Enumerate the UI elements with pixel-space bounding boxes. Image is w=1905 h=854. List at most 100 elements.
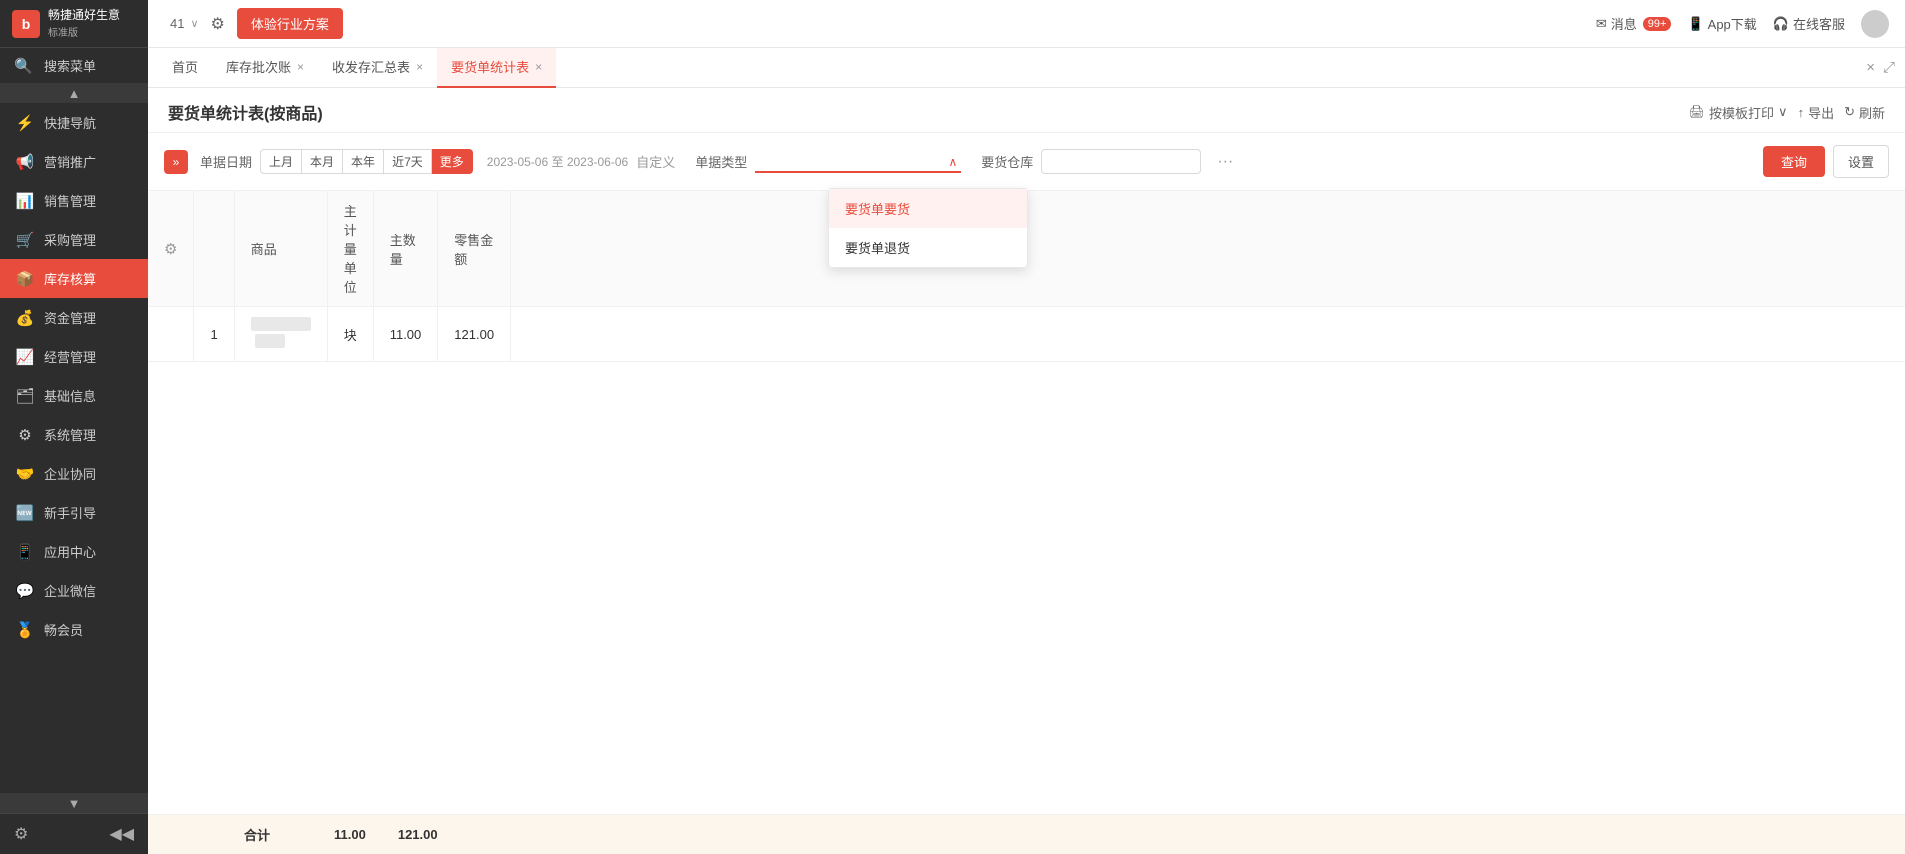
filter-more-icon[interactable]: ··· [1217,153,1233,171]
sidebar-collapse-icon[interactable]: ◀◀ [109,824,134,844]
tab-recv-summary[interactable]: 收发存汇总表 × [318,48,437,88]
sidebar-label-member: 畅会员 [44,620,83,639]
sidebar-item-member[interactable]: 🏅 畅会员 [0,610,148,649]
date-cur-month-btn[interactable]: 本月 [302,149,343,174]
tab-order-stat[interactable]: 要货单统计表 × [437,48,556,88]
sidebar-item-operation[interactable]: 📈 经营管理 [0,337,148,376]
print-label: 按模板打印 [1709,103,1774,122]
trial-button[interactable]: 体验行业方案 [237,8,343,39]
table-col-extra [511,191,1905,307]
tab-close-all-icon[interactable]: × [1866,59,1875,76]
sidebar-item-appstore[interactable]: 📱 应用中心 [0,532,148,571]
app-logo: b 畅捷通好生意 标准版 [0,0,148,48]
sidebar-item-guide[interactable]: 🆕 新手引导 [0,493,148,532]
wechat-icon: 💬 [14,582,36,600]
sidebar-item-system[interactable]: ⚙ 系统管理 [0,415,148,454]
sidebar-item-inventory[interactable]: 📦 库存核算 [0,259,148,298]
sidebar-label-operation: 经营管理 [44,347,96,366]
tab-recv-summary-label: 收发存汇总表 [332,57,410,76]
service-icon: 🎧 [1773,16,1789,32]
sidebar-label-system: 系统管理 [44,425,96,444]
sidebar-item-sales[interactable]: 📊 销售管理 [0,181,148,220]
print-btn[interactable]: 🖨 按模板打印 ∨ [1689,103,1788,122]
cell-setting [148,307,194,362]
page-container: 要货单统计表(按商品) 🖨 按模板打印 ∨ ↑ 导出 ↻ 刷新 [148,88,1905,854]
inventory-icon: 📦 [14,270,36,288]
tabbar-actions: × ⤢ [1866,59,1895,76]
sidebar-label-appstore: 应用中心 [44,542,96,561]
dropdown-item-order-goods[interactable]: 要货单要货 [829,189,1027,228]
base-icon: 🗂 [14,387,36,405]
enterprise-icon: 🤝 [14,465,36,483]
refresh-btn[interactable]: ↻ 刷新 [1844,103,1885,122]
warehouse-input[interactable] [1041,149,1201,174]
main-area: 41 ∨ ⚙ 体验行业方案 ✉ 消息 99+ 📱 App下载 🎧 在线客服 [148,0,1905,854]
app-download-btn[interactable]: 📱 App下载 [1687,14,1756,33]
tabbar: 首页 库存批次账 × 收发存汇总表 × 要货单统计表 × × ⤢ [148,48,1905,88]
sidebar-item-marketing[interactable]: 📢 营销推广 [0,142,148,181]
msg-icon: ✉ [1596,16,1607,32]
sidebar-settings-icon[interactable]: ⚙ [14,824,28,844]
store-selector[interactable]: 41 ∨ [164,16,199,31]
logo-text: 畅捷通好生意 [48,8,120,24]
date-year-btn[interactable]: 本年 [343,149,384,174]
tab-recv-summary-close[interactable]: × [416,60,423,74]
type-filter-group: 单据类型 ∧ [695,150,961,173]
system-icon: ⚙ [14,426,36,444]
cell-qty: 11.00 [373,307,438,362]
tab-order-stat-close[interactable]: × [535,60,542,74]
logo-sub: 标准版 [48,24,120,39]
sidebar-search[interactable]: 🔍 搜索菜单 [0,48,148,83]
export-label: 导出 [1808,103,1834,122]
type-select[interactable]: ∧ [755,150,961,173]
type-select-input[interactable] [755,150,961,173]
table-col-goods: 商品 [234,191,327,307]
sidebar-label-marketing: 营销推广 [44,152,96,171]
table-row: 1 块 11.00 121.00 [148,307,1905,362]
scroll-up-btn[interactable]: ▲ [0,83,148,103]
app-icon: 📱 [1687,16,1703,32]
date-more-btn[interactable]: 更多 [432,149,473,174]
filter-expand-btn[interactable]: » [164,150,188,174]
table-col-setting[interactable]: ⚙ [148,191,194,307]
sidebar-item-base[interactable]: 🗂 基础信息 [0,376,148,415]
print-arrow-icon: ∨ [1778,104,1788,120]
service-btn[interactable]: 🎧 在线客服 [1773,14,1845,33]
sidebar-item-purchase[interactable]: 🛒 采购管理 [0,220,148,259]
sidebar-label-sales: 销售管理 [44,191,96,210]
export-btn[interactable]: ↑ 导出 [1798,103,1835,122]
quick-nav-icon: ⚡ [14,114,36,132]
topbar-gear-icon[interactable]: ⚙ [211,14,225,34]
query-button[interactable]: 查询 [1763,146,1825,177]
search-icon: 🔍 [14,57,36,75]
tab-expand-icon[interactable]: ⤢ [1883,59,1895,76]
tab-inventory-batch-close[interactable]: × [297,60,304,74]
footer-total-label: 合计 [228,825,286,844]
custom-date-btn[interactable]: 自定义 [636,152,675,171]
cell-extra [511,307,1905,362]
type-dropdown: 要货单要货 要货单退货 [828,188,1028,268]
member-icon: 🏅 [14,621,36,639]
type-select-arrow-icon[interactable]: ∧ [948,155,957,169]
set-button[interactable]: 设置 [1833,145,1889,178]
msg-btn[interactable]: ✉ 消息 99+ [1596,14,1672,33]
date-7days-btn[interactable]: 近7天 [384,149,432,174]
purchase-icon: 🛒 [14,231,36,249]
sidebar-item-finance[interactable]: 💰 资金管理 [0,298,148,337]
app-label: App下载 [1708,14,1757,33]
tab-inventory-batch[interactable]: 库存批次账 × [212,48,318,88]
sidebar-item-quick-nav[interactable]: ⚡ 快捷导航 [0,103,148,142]
dropdown-item-order-return[interactable]: 要货单退货 [829,228,1027,267]
page-title: 要货单统计表(按商品) [168,100,323,124]
avatar[interactable] [1861,10,1889,38]
cell-num: 1 [194,307,234,362]
sidebar-item-enterprise[interactable]: 🤝 企业协同 [0,454,148,493]
goods-placeholder [251,317,311,331]
sidebar-label-wechat: 企业微信 [44,581,96,600]
scroll-down-btn[interactable]: ▼ [0,793,148,813]
date-up-month-btn[interactable]: 上月 [260,149,302,174]
page-actions: 🖨 按模板打印 ∨ ↑ 导出 ↻ 刷新 [1689,103,1885,122]
goods-placeholder2 [255,334,285,348]
tab-home[interactable]: 首页 [158,48,212,88]
sidebar-item-wechat[interactable]: 💬 企业微信 [0,571,148,610]
